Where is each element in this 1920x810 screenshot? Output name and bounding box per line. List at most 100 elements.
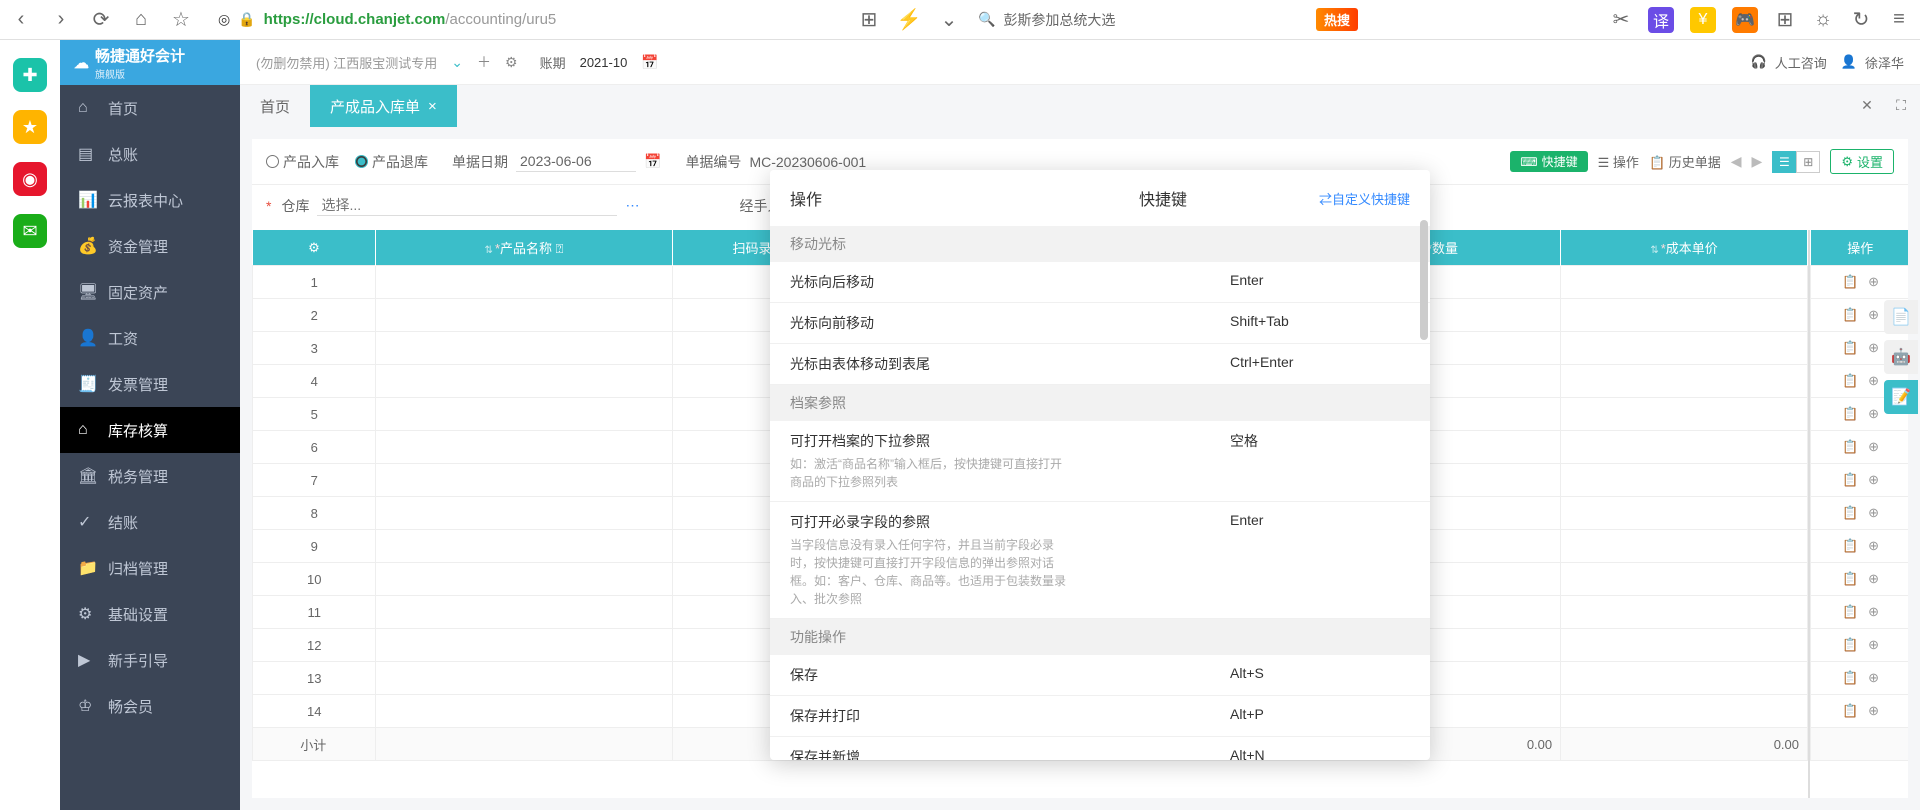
tab-0[interactable]: 首页 — [240, 85, 310, 127]
qr-icon[interactable]: ⊞ — [858, 9, 880, 31]
row-add-icon[interactable]: ⊕ — [1868, 406, 1879, 422]
row-add-icon[interactable]: ⊕ — [1868, 571, 1879, 587]
search-box[interactable]: 🔍 彭斯参加总统大选 — [978, 10, 1298, 30]
row-copy-icon[interactable]: 📋 — [1842, 472, 1858, 488]
row-add-icon[interactable]: ⊕ — [1868, 538, 1879, 554]
rdock-robot-icon[interactable]: 🤖 — [1884, 340, 1918, 374]
sidebar-item-2[interactable]: 📊云报表中心 — [60, 177, 240, 223]
home-icon[interactable]: ⌂ — [130, 9, 152, 31]
tab-close-icon[interactable]: ✕ — [1854, 92, 1880, 118]
dock-app-icon[interactable]: ✚ — [13, 58, 47, 92]
period-value[interactable]: 2021-10 — [580, 55, 628, 70]
bolt-icon[interactable]: ⚡ — [898, 9, 920, 31]
sidebar-item-4[interactable]: 🖥固定资产 — [60, 269, 240, 315]
date-value[interactable]: 2023-06-06 — [516, 151, 636, 172]
row-copy-icon[interactable]: 📋 — [1842, 703, 1858, 719]
row-copy-icon[interactable]: 📋 — [1842, 274, 1858, 290]
custom-hotkey-link[interactable]: ⇄自定义快捷键 — [1319, 189, 1410, 208]
row-add-icon[interactable]: ⊕ — [1868, 604, 1879, 620]
rdock-note-icon[interactable]: 📝 — [1884, 380, 1918, 414]
row-add-icon[interactable]: ⊕ — [1868, 703, 1879, 719]
dock-weibo-icon[interactable]: ◉ — [13, 162, 47, 196]
row-copy-icon[interactable]: 📋 — [1842, 571, 1858, 587]
row-copy-icon[interactable]: 📋 — [1842, 340, 1858, 356]
radio-inbound[interactable]: 产品入库 — [266, 152, 339, 172]
history-menu[interactable]: 📋 历史单据 — [1649, 152, 1721, 171]
expand-icon[interactable]: ⛶ — [1888, 92, 1914, 118]
next-icon[interactable]: ▶ — [1752, 153, 1763, 170]
sidebar-item-12[interactable]: ▶新手引导 — [60, 637, 240, 683]
view-grid-icon[interactable]: ⊞ — [1796, 151, 1820, 173]
menu-icon[interactable]: ≡ — [1888, 9, 1910, 31]
consult-link[interactable]: 🎧 人工咨询 — [1751, 53, 1827, 72]
popover-scrollbar[interactable] — [1420, 220, 1428, 340]
view-list-icon[interactable]: ☰ — [1772, 151, 1796, 173]
row-add-icon[interactable]: ⊕ — [1868, 472, 1879, 488]
row-copy-icon[interactable]: 📋 — [1842, 604, 1858, 620]
sidebar-item-3[interactable]: 💰资金管理 — [60, 223, 240, 269]
row-add-icon[interactable]: ⊕ — [1868, 340, 1879, 356]
sidebar-item-8[interactable]: 🏛税务管理 — [60, 453, 240, 499]
gear-icon[interactable]: ⚙ — [505, 54, 518, 71]
row-add-icon[interactable]: ⊕ — [1868, 274, 1879, 290]
more-icon[interactable]: ⋯ — [625, 197, 639, 214]
company-dropdown-icon[interactable]: ⌄ — [451, 54, 463, 71]
th-product-name[interactable]: ⇅*产品名称 ⍰ — [376, 230, 672, 266]
apps-icon[interactable]: ⊞ — [1774, 9, 1796, 31]
row-copy-icon[interactable]: 📋 — [1842, 439, 1858, 455]
dock-star-icon[interactable]: ★ — [13, 110, 47, 144]
row-copy-icon[interactable]: 📋 — [1842, 637, 1858, 653]
sidebar-item-6[interactable]: 🧾发票管理 — [60, 361, 240, 407]
row-add-icon[interactable]: ⊕ — [1868, 307, 1879, 323]
row-copy-icon[interactable]: 📋 — [1842, 307, 1858, 323]
row-copy-icon[interactable]: 📋 — [1842, 670, 1858, 686]
row-copy-icon[interactable]: 📋 — [1842, 373, 1858, 389]
radio-return[interactable]: 产品退库 — [355, 152, 428, 172]
calendar-icon[interactable]: 📅 — [641, 54, 658, 71]
game-icon[interactable]: 🎮 — [1732, 7, 1758, 33]
warehouse-input[interactable] — [317, 195, 617, 216]
prev-icon[interactable]: ◀ — [1731, 153, 1742, 170]
hot-search-badge[interactable]: 热搜 — [1316, 8, 1358, 31]
url-bar[interactable]: ◎ 🔒 https://cloud.chanjet.com/accounting… — [210, 11, 840, 28]
sidebar-item-9[interactable]: ✓结账 — [60, 499, 240, 545]
dock-mail-icon[interactable]: ✉ — [13, 214, 47, 248]
coin-icon[interactable]: ¥ — [1690, 7, 1716, 33]
row-copy-icon[interactable]: 📋 — [1842, 538, 1858, 554]
sidebar-item-11[interactable]: ⚙基础设置 — [60, 591, 240, 637]
row-add-icon[interactable]: ⊕ — [1868, 670, 1879, 686]
th-gear[interactable]: ⚙ — [253, 230, 376, 266]
brightness-icon[interactable]: ☼ — [1812, 9, 1834, 31]
sidebar-item-7[interactable]: ⌂库存核算 — [60, 407, 240, 453]
hotkey-button[interactable]: ⌨ 快捷键 — [1510, 151, 1587, 172]
tab-1[interactable]: 产成品入库单× — [310, 85, 457, 127]
add-icon[interactable]: ＋ — [477, 52, 491, 72]
sidebar-item-0[interactable]: ⌂首页 — [60, 85, 240, 131]
row-copy-icon[interactable]: 📋 — [1842, 505, 1858, 521]
row-add-icon[interactable]: ⊕ — [1868, 637, 1879, 653]
company-selector[interactable]: (勿删勿禁用) 江西服宝测试专用 — [256, 53, 437, 72]
th-price[interactable]: ⇅*成本单价 — [1561, 230, 1808, 266]
tab-close-icon[interactable]: × — [428, 98, 437, 115]
row-copy-icon[interactable]: 📋 — [1842, 406, 1858, 422]
url-dropdown-icon[interactable]: ⌄ — [938, 9, 960, 31]
row-add-icon[interactable]: ⊕ — [1868, 505, 1879, 521]
restore-icon[interactable]: ↻ — [1850, 9, 1872, 31]
row-add-icon[interactable]: ⊕ — [1868, 439, 1879, 455]
sidebar-item-1[interactable]: ▤总账 — [60, 131, 240, 177]
row-add-icon[interactable]: ⊕ — [1868, 373, 1879, 389]
back-icon[interactable]: ‹ — [10, 9, 32, 31]
forward-icon[interactable]: › — [50, 9, 72, 31]
translate-icon[interactable]: 译 — [1648, 7, 1674, 33]
star-icon[interactable]: ☆ — [170, 9, 192, 31]
operation-menu[interactable]: ☰ 操作 — [1598, 152, 1639, 171]
sidebar-item-5[interactable]: 👤工资 — [60, 315, 240, 361]
calendar-icon[interactable]: 📅 — [644, 153, 661, 170]
sidebar-item-13[interactable]: ♔畅会员 — [60, 683, 240, 729]
settings-button[interactable]: ⚙ 设置 — [1830, 149, 1894, 174]
rdock-doc-icon[interactable]: 📄 — [1884, 300, 1918, 334]
user-menu[interactable]: 👤 徐泽华 — [1841, 53, 1904, 72]
sidebar-item-10[interactable]: 📁归档管理 — [60, 545, 240, 591]
reload-icon[interactable]: ⟳ — [90, 9, 112, 31]
scissors-icon[interactable]: ✂ — [1610, 9, 1632, 31]
